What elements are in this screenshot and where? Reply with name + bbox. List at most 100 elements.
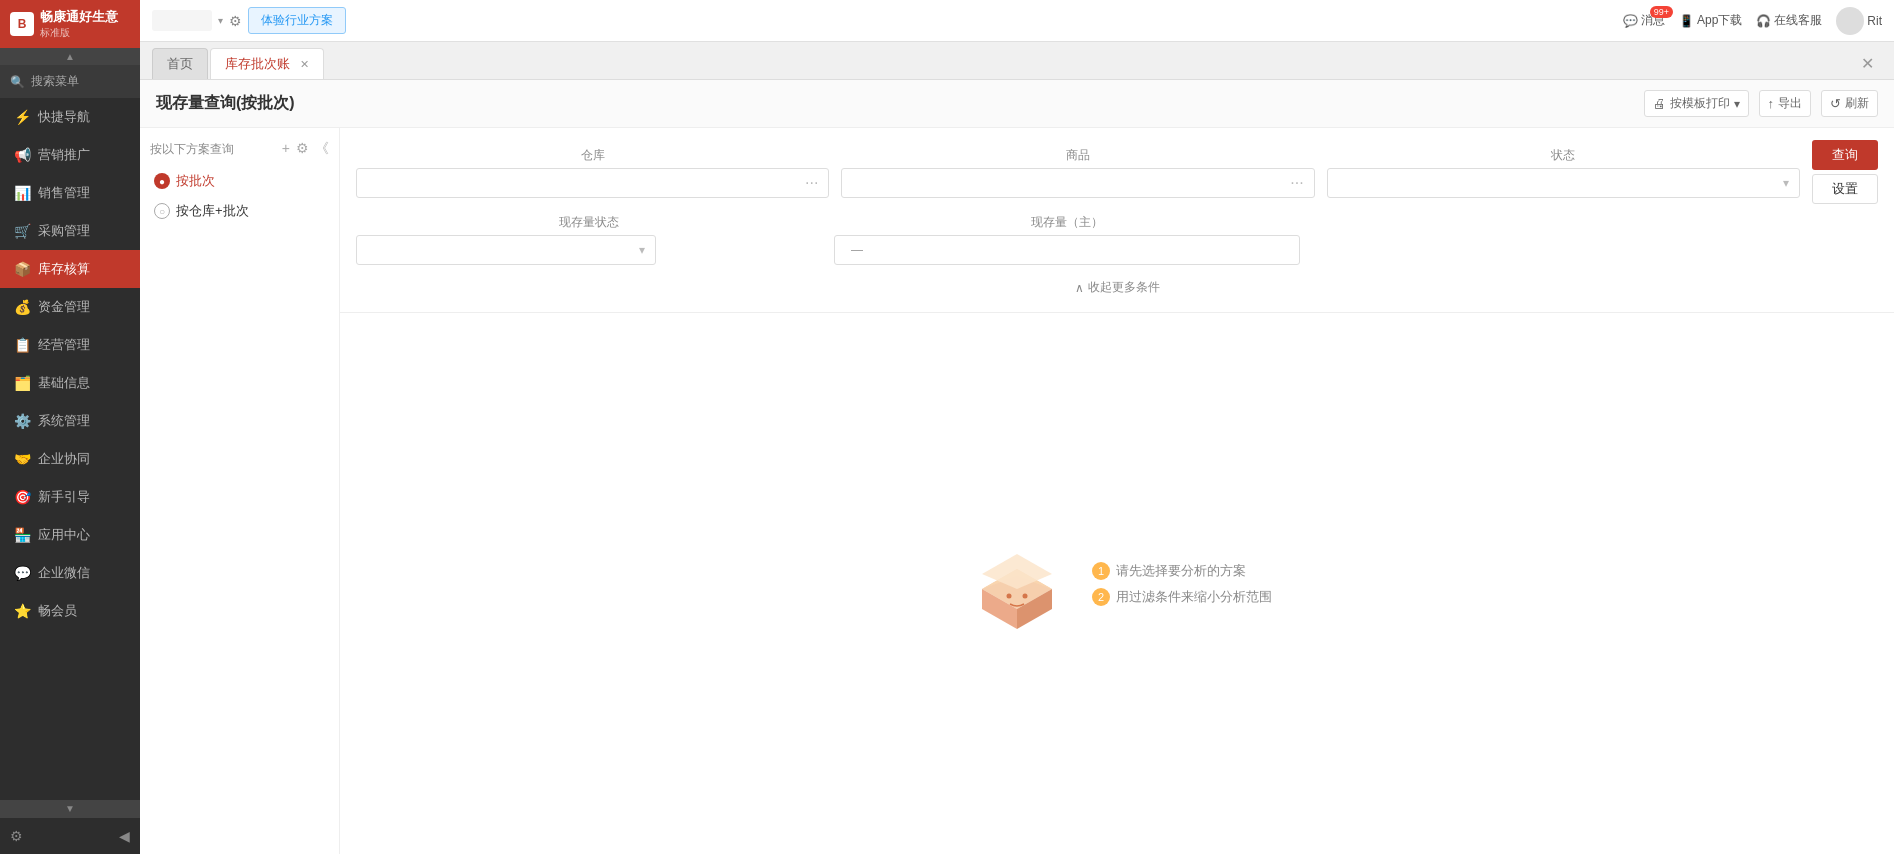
status-filter-label: 状态 xyxy=(1327,147,1800,164)
plan-item-label: 按批次 xyxy=(176,172,215,190)
collapse-filter-button[interactable]: ∧ 收起更多条件 xyxy=(356,275,1878,300)
page-content: 现存量查询(按批次) 🖨 按模板打印 ▾ ↑ 导出 ↺ 刷新 xyxy=(140,80,1894,854)
sidebar-scroll-up[interactable]: ▲ xyxy=(0,48,140,65)
nav-label: 企业协同 xyxy=(38,450,90,468)
sidebar-item-sales[interactable]: 📊 销售管理 xyxy=(0,174,140,212)
shortcut-icon: ⚡ xyxy=(14,109,30,125)
sidebar-item-appstore[interactable]: 🏪 应用中心 xyxy=(0,516,140,554)
sidebar-item-enterprise[interactable]: 🤝 企业协同 xyxy=(0,440,140,478)
sidebar-item-member[interactable]: ⭐ 畅会员 xyxy=(0,592,140,630)
product-dots-icon[interactable]: ··· xyxy=(1290,174,1303,192)
warehouse-dots-icon[interactable]: ··· xyxy=(805,174,818,192)
nav-label: 新手引导 xyxy=(38,488,90,506)
tab-home[interactable]: 首页 xyxy=(152,48,208,79)
export-icon: ↑ xyxy=(1768,96,1775,111)
warehouse-filter-label: 仓库 xyxy=(356,147,829,164)
sidebar-item-operation[interactable]: 📋 经营管理 xyxy=(0,326,140,364)
export-button[interactable]: ↑ 导出 xyxy=(1759,90,1812,117)
plan-item-label: 按仓库+批次 xyxy=(176,202,249,220)
add-plan-button[interactable]: + xyxy=(282,140,290,158)
online-service-label: 在线客服 xyxy=(1774,12,1822,29)
right-panel: 仓库 ··· 商品 ··· xyxy=(340,128,1894,854)
plan-settings-button[interactable]: ⚙ xyxy=(296,140,309,158)
sidebar-item-wechat[interactable]: 💬 企业微信 xyxy=(0,554,140,592)
workspace: 按以下方案查询 + ⚙ 《 ● 按批次 ○ 按仓库+批次 xyxy=(140,128,1894,854)
empty-text: 1 请先选择要分析的方案 2 用过滤条件来缩小分析范围 xyxy=(1092,562,1272,606)
sidebar-scroll-down[interactable]: ▼ xyxy=(0,800,140,817)
sidebar-item-shortcut[interactable]: ⚡ 快捷导航 xyxy=(0,98,140,136)
sidebar-header: B 畅康通好生意 标准版 xyxy=(0,0,140,48)
plan-item-by-batch[interactable]: ● 按批次 xyxy=(140,166,339,196)
query-button[interactable]: 查询 xyxy=(1812,140,1878,170)
export-label: 导出 xyxy=(1778,95,1802,112)
appstore-icon: 🏪 xyxy=(14,527,30,543)
settings-button[interactable]: 设置 xyxy=(1812,174,1878,204)
sidebar-search[interactable]: 🔍 搜索菜单 xyxy=(0,65,140,98)
message-button[interactable]: 💬 消息 99+ xyxy=(1623,12,1665,29)
product-filter-input[interactable]: ··· xyxy=(841,168,1314,198)
nav-label: 应用中心 xyxy=(38,526,90,544)
nav-label: 采购管理 xyxy=(38,222,90,240)
plan-item-by-warehouse-batch[interactable]: ○ 按仓库+批次 xyxy=(140,196,339,226)
enterprise-icon: 🤝 xyxy=(14,451,30,467)
tab-panel-close-button[interactable]: ✕ xyxy=(1853,54,1882,73)
print-dropdown-icon[interactable]: ▾ xyxy=(1734,97,1740,111)
svg-point-5 xyxy=(1007,593,1012,598)
refresh-icon: ↺ xyxy=(1830,96,1841,111)
left-panel-title: 按以下方案查询 xyxy=(150,141,234,158)
page-header: 现存量查询(按批次) 🖨 按模板打印 ▾ ↑ 导出 ↺ 刷新 xyxy=(140,80,1894,128)
refresh-button[interactable]: ↺ 刷新 xyxy=(1821,90,1878,117)
inventory-status-select[interactable]: ▾ xyxy=(356,235,656,265)
print-label: 按模板打印 xyxy=(1670,95,1730,112)
product-filter-label: 商品 xyxy=(841,147,1314,164)
inventory-qty-range[interactable]: — xyxy=(834,235,1300,265)
system-icon: ⚙️ xyxy=(14,413,30,429)
left-panel-actions: + ⚙ 《 xyxy=(282,140,329,158)
nav-label: 资金管理 xyxy=(38,298,90,316)
sidebar-settings-button[interactable]: ⚙ xyxy=(10,828,23,844)
sidebar-item-basic[interactable]: 🗂️ 基础信息 xyxy=(0,364,140,402)
sidebar-item-newbie[interactable]: 🎯 新手引导 xyxy=(0,478,140,516)
finance-icon: 💰 xyxy=(14,299,30,315)
experience-button[interactable]: 体验行业方案 xyxy=(248,7,346,34)
filter-group-status: 状态 ▾ xyxy=(1327,147,1800,198)
inventory-qty-label: 现存量（主） xyxy=(834,214,1300,231)
sidebar-item-marketing[interactable]: 📢 营销推广 xyxy=(0,136,140,174)
tab-inventory-batch[interactable]: 库存批次账 ✕ xyxy=(210,48,324,79)
sidebar-item-inventory[interactable]: 📦 库存核算 xyxy=(0,250,140,288)
nav-label: 快捷导航 xyxy=(38,108,90,126)
collapse-icon: ∧ xyxy=(1075,281,1084,295)
message-badge: 99+ xyxy=(1650,6,1673,18)
sales-icon: 📊 xyxy=(14,185,30,201)
user-avatar[interactable]: Rit xyxy=(1836,7,1882,35)
sidebar-footer: ⚙ ◀ xyxy=(0,817,140,854)
warehouse-filter-input[interactable]: ··· xyxy=(356,168,829,198)
sidebar-collapse-button[interactable]: ◀ xyxy=(119,828,130,844)
nav-label: 库存核算 xyxy=(38,260,90,278)
left-panel-collapse-button[interactable]: 《 xyxy=(315,140,329,158)
nav-label: 营销推广 xyxy=(38,146,90,164)
nav-label: 经营管理 xyxy=(38,336,90,354)
filter-group-product: 商品 ··· xyxy=(841,147,1314,198)
nav-label: 基础信息 xyxy=(38,374,90,392)
online-service-button[interactable]: 🎧 在线客服 xyxy=(1756,12,1822,29)
status-filter-select[interactable]: ▾ xyxy=(1327,168,1800,198)
inventory-status-dropdown-icon: ▾ xyxy=(639,243,645,257)
collapse-label: 收起更多条件 xyxy=(1088,279,1160,296)
purchase-icon: 🛒 xyxy=(14,223,30,239)
plan-dot-outline: ○ xyxy=(154,203,170,219)
phone-icon: 📱 xyxy=(1679,14,1694,28)
sidebar-item-purchase[interactable]: 🛒 采购管理 xyxy=(0,212,140,250)
topbar-gear-icon[interactable]: ⚙ xyxy=(229,13,242,29)
sidebar-item-finance[interactable]: 💰 资金管理 xyxy=(0,288,140,326)
print-button[interactable]: 🖨 按模板打印 ▾ xyxy=(1644,90,1749,117)
tab-home-label: 首页 xyxy=(167,56,193,71)
topbar-dropdown-icon[interactable]: ▾ xyxy=(218,15,223,26)
app-download-button[interactable]: 📱 App下载 xyxy=(1679,12,1742,29)
empty-hint-1: 1 请先选择要分析的方案 xyxy=(1092,562,1272,580)
tab-inventory-batch-label: 库存批次账 xyxy=(225,56,290,71)
tab-inventory-batch-close-icon[interactable]: ✕ xyxy=(300,58,309,70)
sidebar-item-system[interactable]: ⚙️ 系统管理 xyxy=(0,402,140,440)
app-edition: 标准版 xyxy=(40,26,118,40)
status-dropdown-icon: ▾ xyxy=(1783,176,1789,190)
